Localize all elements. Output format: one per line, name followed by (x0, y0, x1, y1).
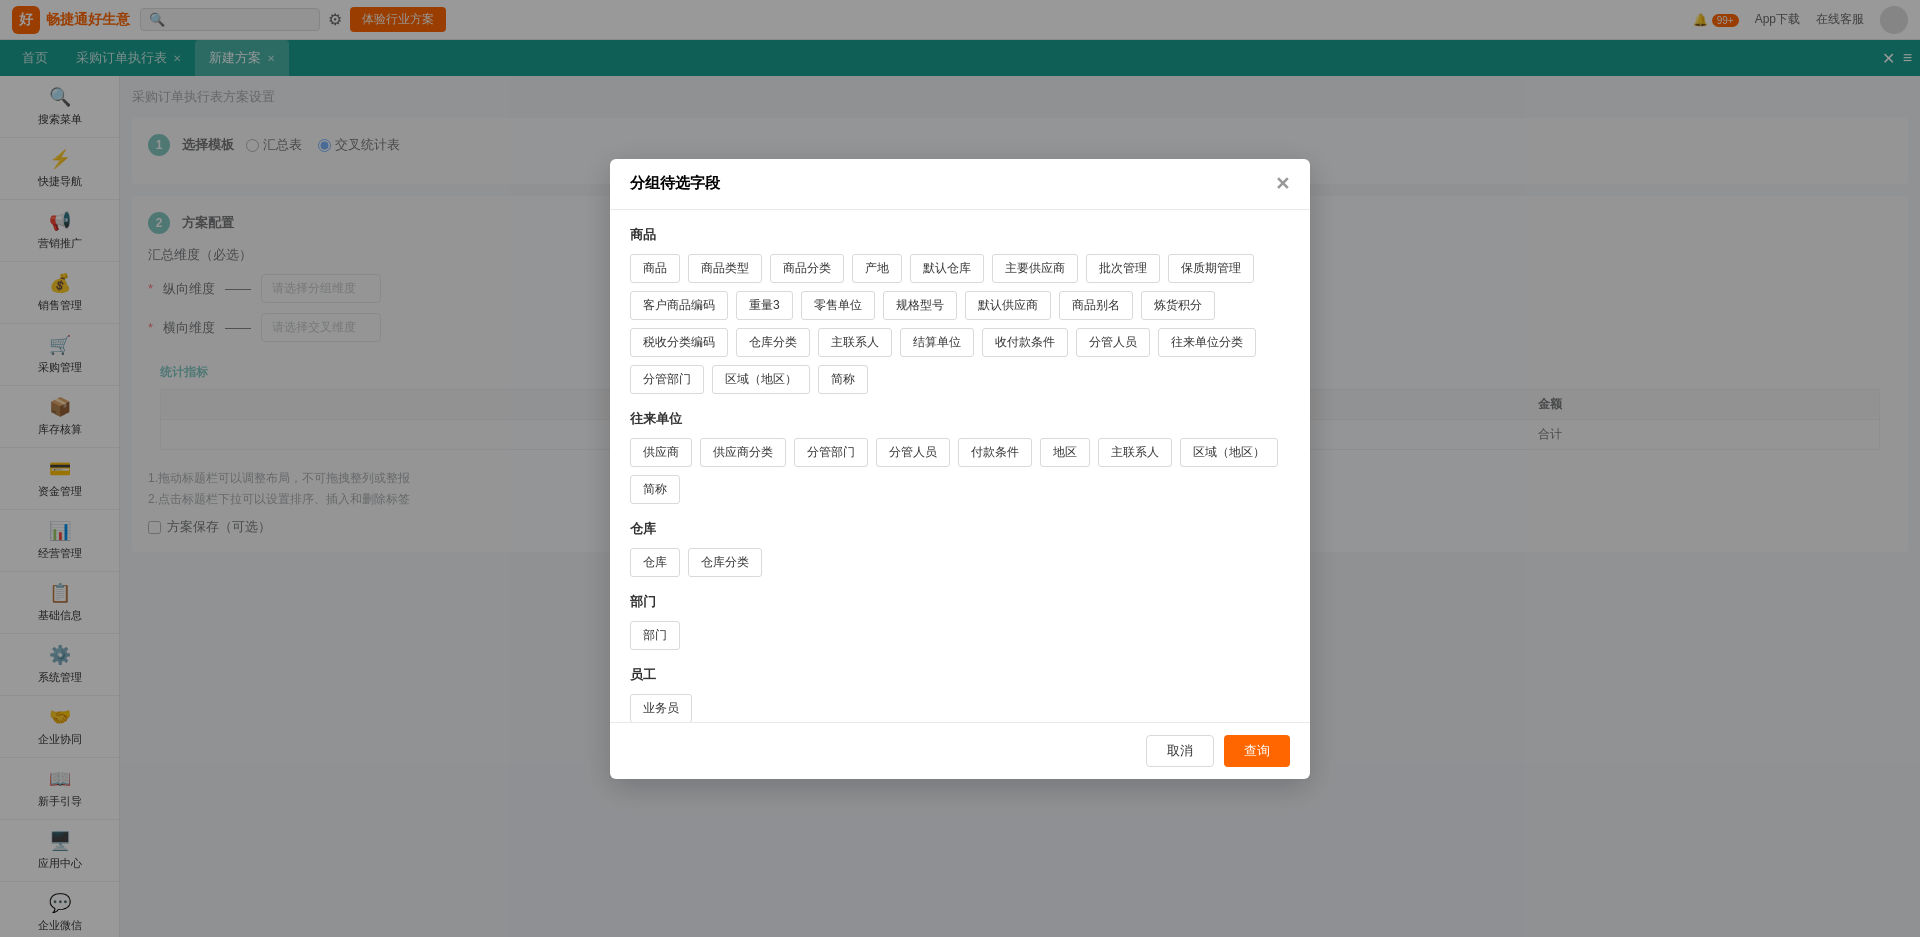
field-group-product: 商品 商品类型 商品分类 产地 默认仓库 主要供应商 批次管理 保质期管理 客户… (630, 254, 1290, 394)
field-tag-partner-manager[interactable]: 分管人员 (876, 438, 950, 467)
field-tag-contact[interactable]: 主联系人 (1098, 438, 1172, 467)
cancel-button[interactable]: 取消 (1146, 735, 1214, 767)
field-tag-settlement-unit[interactable]: 结算单位 (900, 328, 974, 357)
dialog-header: 分组待选字段 ✕ (610, 159, 1310, 210)
field-tag-product-type[interactable]: 商品类型 (688, 254, 762, 283)
field-tag-supplier[interactable]: 供应商 (630, 438, 692, 467)
field-group-employee: 业务员 (630, 694, 1290, 722)
field-tag-manager[interactable]: 分管人员 (1076, 328, 1150, 357)
field-tag-wh-category[interactable]: 仓库分类 (688, 548, 762, 577)
field-tag-payment-terms[interactable]: 收付款条件 (982, 328, 1068, 357)
field-tag-product-category[interactable]: 商品分类 (770, 254, 844, 283)
field-tag-warehouse-category[interactable]: 仓库分类 (736, 328, 810, 357)
dialog-overlay: 分组待选字段 ✕ 商品 商品 商品类型 商品分类 产地 默认仓库 主要供应商 批… (0, 0, 1920, 937)
confirm-button[interactable]: 查询 (1224, 735, 1290, 767)
section-title-employee: 员工 (630, 666, 1290, 684)
dialog-title: 分组待选字段 (630, 174, 720, 193)
dialog-body: 商品 商品 商品类型 商品分类 产地 默认仓库 主要供应商 批次管理 保质期管理… (610, 210, 1310, 722)
field-tag-wh[interactable]: 仓库 (630, 548, 680, 577)
section-title-warehouse: 仓库 (630, 520, 1290, 538)
field-group-partner: 供应商 供应商分类 分管部门 分管人员 付款条件 地区 主联系人 区域（地区） … (630, 438, 1290, 504)
field-tag-partner-dept[interactable]: 分管部门 (794, 438, 868, 467)
field-tag-partner-category[interactable]: 往来单位分类 (1158, 328, 1256, 357)
section-title-partner: 往来单位 (630, 410, 1290, 428)
field-tag-shelf-life[interactable]: 保质期管理 (1168, 254, 1254, 283)
field-tag-tax-code[interactable]: 税收分类编码 (630, 328, 728, 357)
field-tag-origin[interactable]: 产地 (852, 254, 902, 283)
field-tag-product-alias[interactable]: 商品别名 (1059, 291, 1133, 320)
field-tag-department[interactable]: 部门 (630, 621, 680, 650)
field-select-dialog: 分组待选字段 ✕ 商品 商品 商品类型 商品分类 产地 默认仓库 主要供应商 批… (610, 159, 1310, 779)
field-tag-area[interactable]: 地区 (1040, 438, 1090, 467)
field-tag-salesperson[interactable]: 业务员 (630, 694, 692, 722)
field-group-dept: 部门 (630, 621, 1290, 650)
field-tag-customer-code[interactable]: 客户商品编码 (630, 291, 728, 320)
field-tag-product[interactable]: 商品 (630, 254, 680, 283)
field-group-warehouse: 仓库 仓库分类 (630, 548, 1290, 577)
field-tag-supplier-category[interactable]: 供应商分类 (700, 438, 786, 467)
field-tag-partner-region[interactable]: 区域（地区） (1180, 438, 1278, 467)
field-tag-default-warehouse[interactable]: 默认仓库 (910, 254, 984, 283)
dialog-footer: 取消 查询 (610, 722, 1310, 779)
dialog-close-icon[interactable]: ✕ (1275, 173, 1290, 195)
field-tag-partner-abbr[interactable]: 简称 (630, 475, 680, 504)
field-tag-main-supplier[interactable]: 主要供应商 (992, 254, 1078, 283)
section-title-dept: 部门 (630, 593, 1290, 611)
field-tag-default-supplier[interactable]: 默认供应商 (965, 291, 1051, 320)
field-tag-region[interactable]: 区域（地区） (712, 365, 810, 394)
field-tag-main-contact[interactable]: 主联系人 (818, 328, 892, 357)
field-tag-pay-terms[interactable]: 付款条件 (958, 438, 1032, 467)
field-tag-refine-points[interactable]: 炼货积分 (1141, 291, 1215, 320)
section-title-product: 商品 (630, 226, 1290, 244)
field-tag-weight[interactable]: 重量3 (736, 291, 793, 320)
field-tag-abbr[interactable]: 简称 (818, 365, 868, 394)
field-tag-batch-mgmt[interactable]: 批次管理 (1086, 254, 1160, 283)
field-tag-retail-unit[interactable]: 零售单位 (801, 291, 875, 320)
field-tag-spec-model[interactable]: 规格型号 (883, 291, 957, 320)
field-tag-dept[interactable]: 分管部门 (630, 365, 704, 394)
